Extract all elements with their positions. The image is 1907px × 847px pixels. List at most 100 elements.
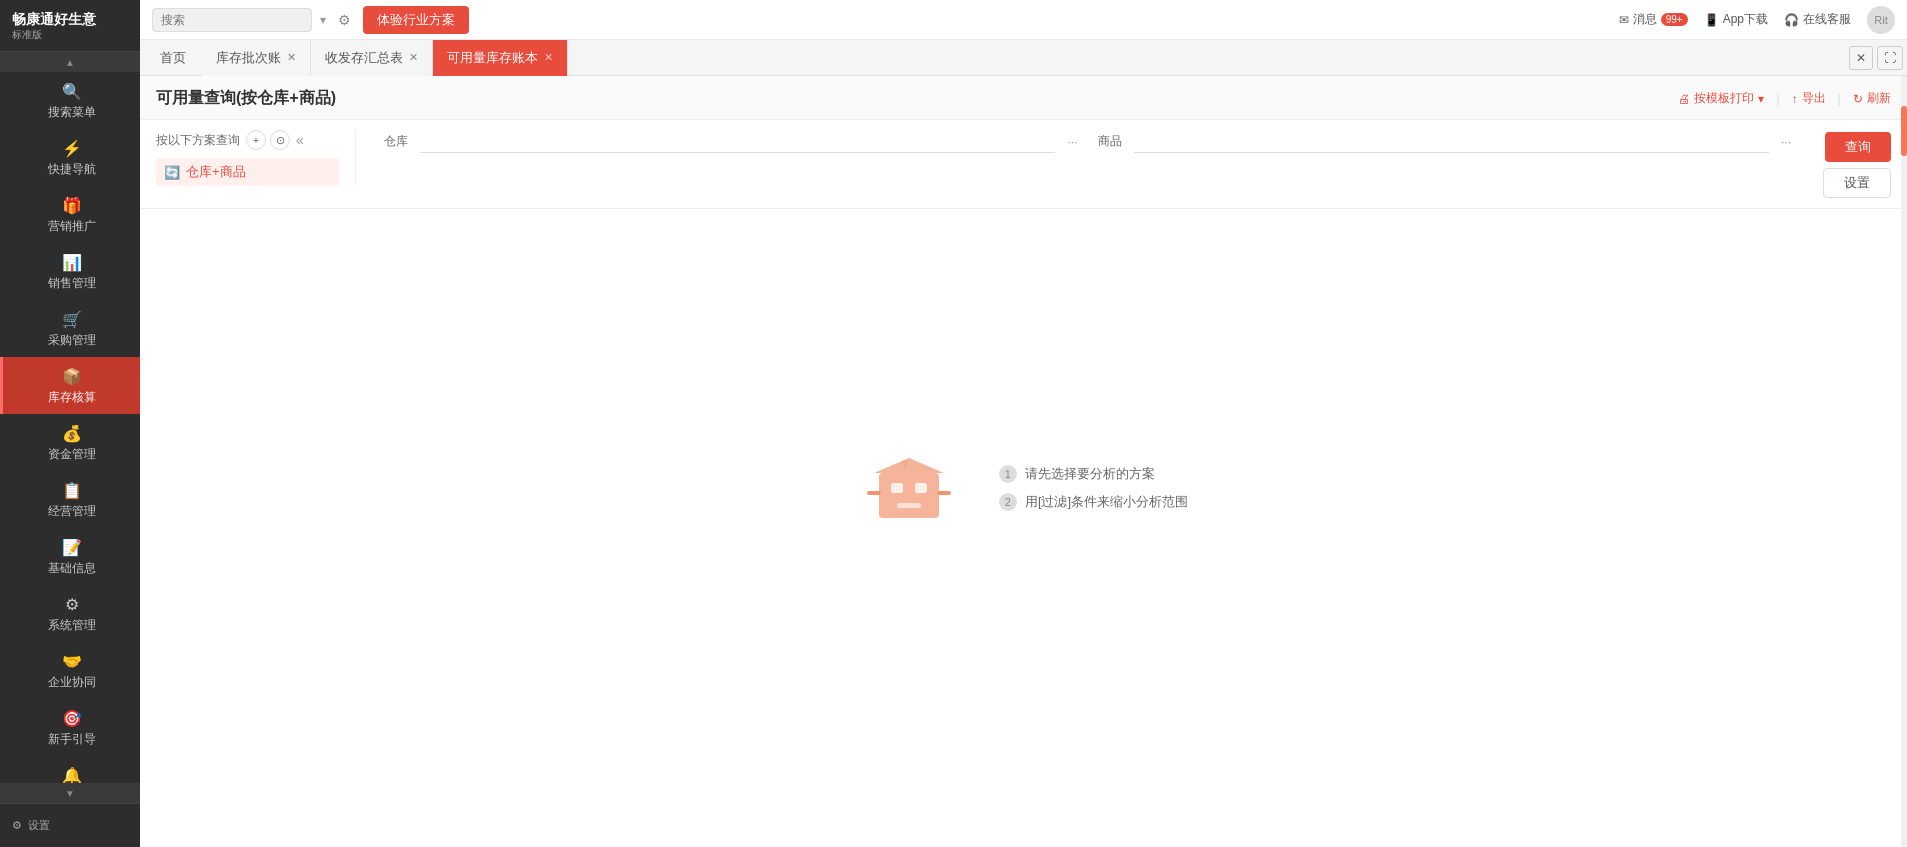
search-dropdown-icon[interactable]: ▾ [320, 13, 326, 27]
field-warehouse-group: 仓库 ··· [384, 130, 1082, 153]
trial-button[interactable]: 体验行业方案 [363, 6, 469, 34]
sidebar-item-label-8: 基础信息 [48, 560, 96, 577]
sidebar-item-label-1: 快捷导航 [48, 161, 96, 178]
sidebar-items: 🔍 搜索菜单 ⚡快捷导航 🎁 营销推广 📊销售管理🛒采购管理 📦 库存核算 💰资金管理 📋 经营管理… [0, 72, 140, 783]
tab-1[interactable]: 库存批次账✕ [202, 40, 311, 76]
sidebar-item-9[interactable]: ⚙ 系统管理 [0, 585, 140, 642]
sidebar-item-8[interactable]: 📝基础信息 [0, 528, 140, 585]
sidebar-item-icon-7: 📋 [62, 481, 82, 500]
phone-icon: 📱 [1704, 13, 1719, 27]
scheme-title-label: 按以下方案查询 [156, 132, 240, 149]
sidebar-item-3[interactable]: 📊销售管理 [0, 243, 140, 300]
right-scrollbar[interactable] [1901, 76, 1907, 847]
sidebar-item-10[interactable]: 🤝企业协同 [0, 642, 140, 699]
sidebar-item-5[interactable]: 📦 库存核算 [0, 357, 140, 414]
sidebar: 畅康通好生意 标准版 ▲ 🔍搜索菜单⚡快捷导航🎁营销推广📊销售管理🛒采购管理📦库… [0, 0, 140, 847]
headset-icon: 🎧 [1784, 13, 1799, 27]
scheme-settings-btn[interactable]: ⊙ [270, 130, 290, 150]
sidebar-item-label-3: 销售管理 [48, 275, 96, 292]
sidebar-item-icon-12: 🔔 [62, 766, 82, 783]
message-badge: 99+ [1661, 13, 1688, 26]
field-product-label: 商品 [1098, 133, 1126, 150]
field-warehouse-label: 仓库 [384, 133, 412, 150]
query-button[interactable]: 查询 [1825, 132, 1891, 162]
sidebar-scroll-up[interactable]: ▲ [0, 52, 140, 72]
scheme-add-btn[interactable]: + [246, 130, 266, 150]
export-label: 导出 [1802, 90, 1826, 107]
settings-icon: ⚙ [12, 819, 22, 832]
refresh-icon: ↻ [1853, 92, 1863, 106]
sidebar-item-icon-5: 📦 [62, 367, 82, 386]
scheme-panel: 按以下方案查询 + ⊙ « 🔄 仓库+商品 [156, 130, 356, 186]
message-icon: ✉ [1619, 13, 1629, 27]
sidebar-item-icon-11: 🎯 [62, 709, 82, 728]
sidebar-scroll-down[interactable]: ▼ [0, 783, 140, 803]
sidebar-item-icon-9: ⚙ [65, 595, 79, 614]
sidebar-item-2[interactable]: 🎁 营销推广 [0, 186, 140, 243]
field-product-more[interactable]: ··· [1777, 135, 1795, 149]
sidebar-item-icon-4: 🛒 [62, 310, 82, 329]
scrollbar-thumb [1901, 106, 1907, 156]
scheme-label: 仓库+商品 [186, 163, 246, 181]
search-input[interactable] [152, 8, 312, 32]
sidebar-item-label-10: 企业协同 [48, 674, 96, 691]
tab-close-icon-3[interactable]: ✕ [544, 51, 553, 64]
field-product-input[interactable] [1134, 130, 1769, 153]
export-action[interactable]: ↑ 导出 [1792, 90, 1826, 107]
sidebar-item-label-9: 系统管理 [48, 617, 96, 634]
sidebar-item-4[interactable]: 🛒采购管理 [0, 300, 140, 357]
query-btn-area: 查询 设置 [1823, 130, 1891, 198]
print-icon: 🖨 [1678, 92, 1690, 106]
svg-rect-2 [891, 483, 903, 493]
online-service-label: 在线客服 [1803, 11, 1851, 28]
svg-rect-0 [879, 473, 939, 518]
app-download-item[interactable]: 📱 App下载 [1704, 11, 1768, 28]
page-header: 可用量查询(按仓库+商品) 🖨 按模板打印 ▾ | ↑ 导出 | ↻ 刷新 [140, 76, 1907, 120]
svg-rect-4 [897, 503, 921, 508]
sidebar-item-label-0: 搜索菜单 [48, 104, 96, 121]
sidebar-item-12[interactable]: 🔔应用中心 [0, 756, 140, 783]
field-warehouse-more[interactable]: ··· [1063, 135, 1081, 149]
user-icon: Rit [1874, 14, 1887, 26]
print-action[interactable]: 🖨 按模板打印 ▾ [1678, 90, 1764, 107]
sidebar-bottom-settings[interactable]: ⚙ 设置 [0, 812, 140, 839]
sidebar-item-label-7: 经营管理 [48, 503, 96, 520]
sidebar-item-6[interactable]: 💰资金管理 [0, 414, 140, 471]
svg-rect-3 [915, 483, 927, 493]
topbar-gear-icon[interactable]: ⚙ [334, 8, 355, 32]
refresh-action[interactable]: ↻ 刷新 [1853, 90, 1891, 107]
empty-tip-1: 1 请先选择要分析的方案 [999, 465, 1188, 483]
fullscreen-btn[interactable]: ⛶ [1877, 46, 1903, 70]
tip2-text: 用[过滤]条件来缩小分析范围 [1025, 493, 1188, 511]
online-service-item[interactable]: 🎧 在线客服 [1784, 11, 1851, 28]
tab-close-icon-1[interactable]: ✕ [287, 51, 296, 64]
settings-button[interactable]: 设置 [1823, 168, 1891, 198]
empty-illustration: ? [859, 438, 959, 538]
scheme-collapse-btn[interactable]: « [296, 132, 304, 148]
print-dropdown-icon[interactable]: ▾ [1758, 92, 1764, 106]
close-all-tabs-btn[interactable]: ✕ [1849, 46, 1873, 70]
sidebar-item-11[interactable]: 🎯新手引导 [0, 699, 140, 756]
tab-3[interactable]: 可用量库存账本✕ [433, 40, 568, 76]
sidebar-item-7[interactable]: 📋 经营管理 [0, 471, 140, 528]
tab-2[interactable]: 收发存汇总表✕ [311, 40, 433, 76]
message-item[interactable]: ✉ 消息 99+ [1619, 11, 1688, 28]
scheme-item-warehouse-product[interactable]: 🔄 仓库+商品 [156, 158, 339, 186]
sidebar-item-label-2: 营销推广 [48, 218, 96, 235]
sidebar-item-icon-2: 🎁 [62, 196, 82, 215]
user-avatar[interactable]: Rit [1867, 6, 1895, 34]
brand-edition: 标准版 [12, 28, 128, 41]
field-warehouse-input[interactable] [420, 130, 1055, 153]
message-label: 消息 [1633, 11, 1657, 28]
sidebar-item-1[interactable]: ⚡快捷导航 [0, 129, 140, 186]
search-wrap [152, 8, 312, 32]
empty-tips: 1 请先选择要分析的方案 2 用[过滤]条件来缩小分析范围 [999, 465, 1188, 511]
tab-close-icon-2[interactable]: ✕ [409, 51, 418, 64]
svg-marker-1 [874, 458, 944, 473]
sidebar-item-0[interactable]: 🔍 搜索菜单 [0, 72, 140, 129]
tip1-text: 请先选择要分析的方案 [1025, 465, 1155, 483]
scheme-icon-btns: + ⊙ [246, 130, 290, 150]
sidebar-item-label-5: 库存核算 [48, 389, 96, 406]
tab-home[interactable]: 首页 [144, 40, 202, 76]
sidebar-item-icon-0: 🔍 [62, 82, 82, 101]
